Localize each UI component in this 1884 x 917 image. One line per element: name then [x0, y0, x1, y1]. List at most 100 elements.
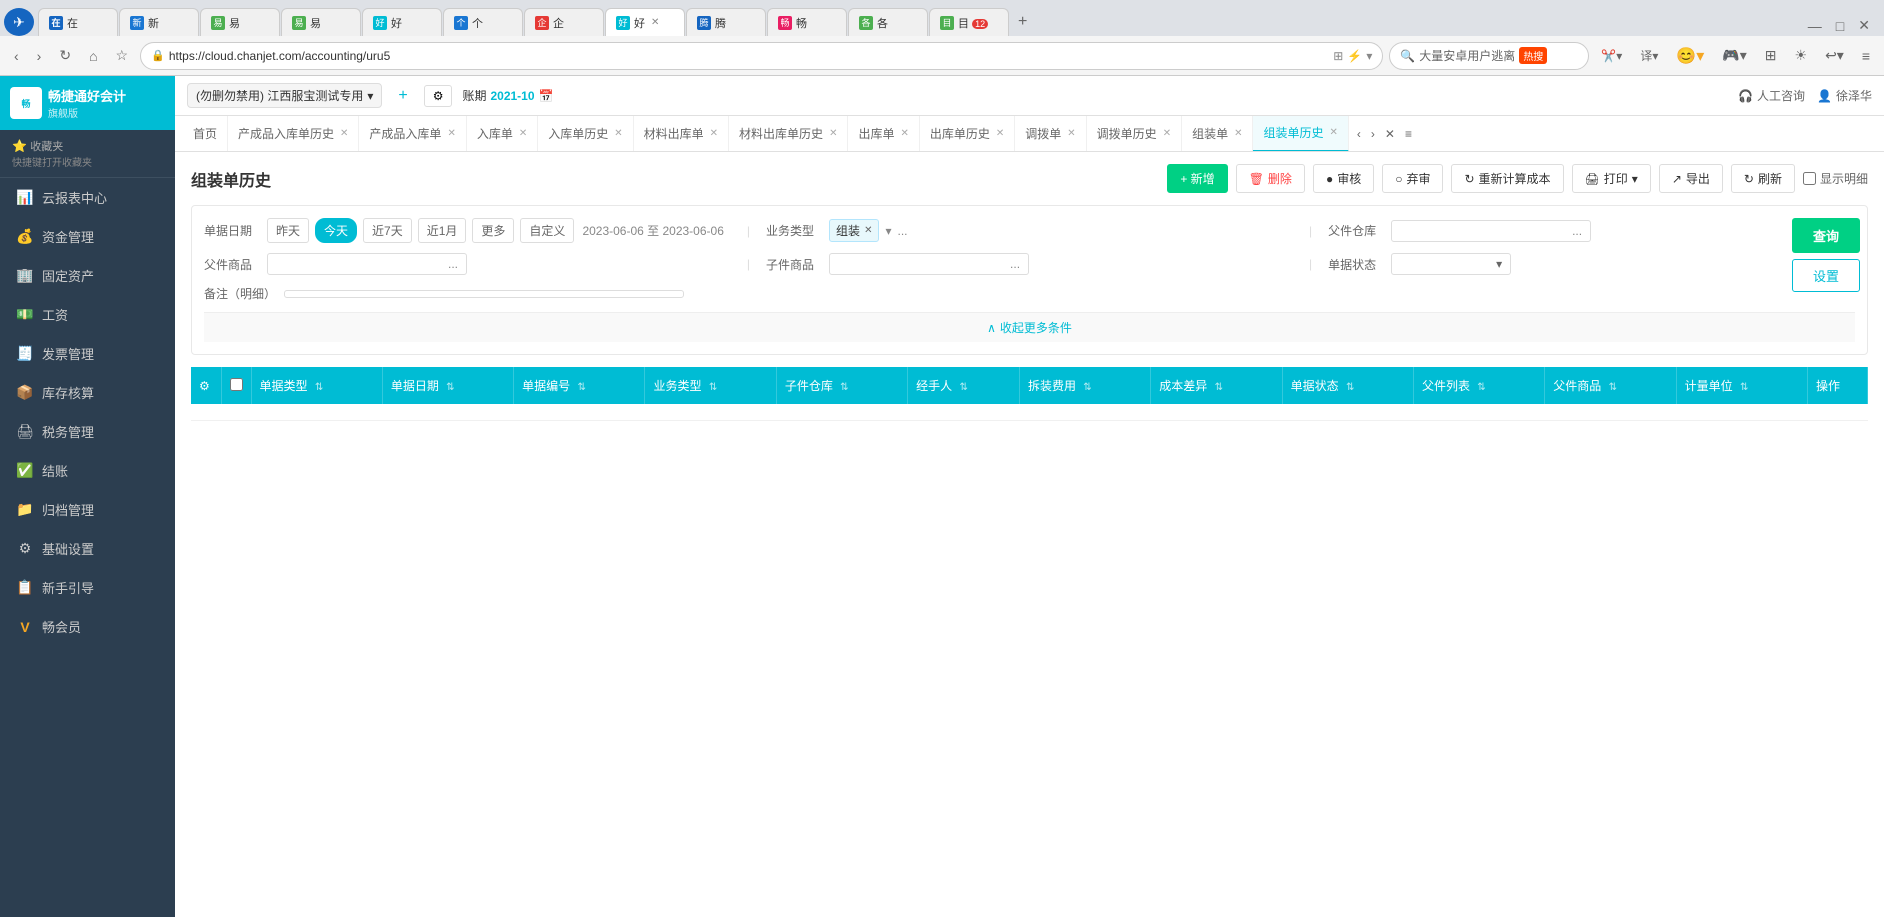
- nav-tab-material-out-history-close[interactable]: ✕: [829, 128, 837, 139]
- maximize-button[interactable]: □: [1830, 16, 1850, 36]
- nav-tab-out-single[interactable]: 出库单 ✕: [848, 116, 919, 152]
- sidebar-item-settlement[interactable]: ✅ 结账: [0, 451, 175, 490]
- company-selector[interactable]: (勿删勿禁用) 江西服宝测试专用 ▾: [187, 83, 382, 108]
- setting-button[interactable]: 设置: [1792, 259, 1860, 292]
- delete-button[interactable]: 🗑 删除: [1236, 164, 1305, 193]
- nav-tab-kit-close[interactable]: ✕: [1234, 128, 1242, 139]
- print-button[interactable]: 🖨 打印 ▾: [1572, 164, 1651, 193]
- sidebar-item-guide[interactable]: 📋 新手引导: [0, 568, 175, 607]
- col-biz-type[interactable]: 业务类型 ⇅: [645, 367, 776, 404]
- nav-tab-close-all[interactable]: ✕: [1381, 125, 1399, 143]
- child-goods-input[interactable]: ...: [829, 253, 1029, 275]
- nav-tab-assembly-history[interactable]: 调拨单历史 ✕: [1087, 116, 1182, 152]
- child-goods-more[interactable]: ...: [1010, 257, 1020, 271]
- browser-tab-9[interactable]: 腾 腾: [686, 8, 766, 36]
- col-parent-list[interactable]: 父件列表 ⇅: [1413, 367, 1544, 404]
- browser-tab-6[interactable]: 个 个: [443, 8, 523, 36]
- date-btn-yesterday[interactable]: 昨天: [267, 218, 309, 243]
- nav-tab-out-single-close[interactable]: ✕: [900, 128, 908, 139]
- nav-tab-assembly[interactable]: 调拨单 ✕: [1015, 116, 1086, 152]
- filter-collapse-btn[interactable]: ∧ 收起更多条件: [204, 312, 1855, 342]
- customer-service-btn[interactable]: 🎧 人工咨询: [1738, 87, 1805, 104]
- emoji-btn[interactable]: 😊▾: [1670, 44, 1710, 68]
- col-cost-diff[interactable]: 成本差异 ⇅: [1151, 367, 1282, 404]
- date-btn-1month[interactable]: 近1月: [418, 218, 467, 243]
- browser-tab-4[interactable]: 易 易: [281, 8, 361, 36]
- minimize-button[interactable]: —: [1802, 16, 1828, 36]
- parent-warehouse-more[interactable]: ...: [1572, 224, 1582, 238]
- biz-type-tag-close[interactable]: ✕: [864, 225, 872, 236]
- sidebar-item-settings[interactable]: ⚙ 基础设置: [0, 529, 175, 568]
- nav-tab-kit-history[interactable]: 组装单历史 ✕: [1253, 116, 1348, 152]
- col-unit[interactable]: 计量单位 ⇅: [1676, 367, 1807, 404]
- select-all-checkbox[interactable]: [230, 378, 243, 391]
- close-button[interactable]: ✕: [1852, 15, 1876, 36]
- browser-tab-1[interactable]: 在 在: [38, 8, 118, 36]
- abandon-button[interactable]: ○ 弃审: [1382, 164, 1443, 193]
- col-bill-status[interactable]: 单据状态 ⇅: [1282, 367, 1413, 404]
- nav-tab-produce-in-close[interactable]: ✕: [447, 128, 455, 139]
- col-child-warehouse[interactable]: 子件仓库 ⇅: [776, 367, 907, 404]
- col-parent-goods[interactable]: 父件商品 ⇅: [1545, 367, 1676, 404]
- dropdown-icon[interactable]: ▾: [1366, 49, 1372, 63]
- nav-tab-produce-in-history[interactable]: 产成品入库单历史 ✕: [228, 116, 359, 152]
- sidebar-item-fund[interactable]: 💰 资金管理: [0, 217, 175, 256]
- col-handler[interactable]: 经手人 ⇅: [908, 367, 1020, 404]
- nav-tab-material-out-history[interactable]: 材料出库单历史 ✕: [729, 116, 848, 152]
- search-area[interactable]: 🔍 大量安卓用户逃离 热搜: [1389, 42, 1589, 70]
- query-button[interactable]: 查询: [1792, 218, 1860, 253]
- parent-warehouse-input[interactable]: ...: [1391, 220, 1591, 242]
- sidebar-item-invoice[interactable]: 🧾 发票管理: [0, 334, 175, 373]
- reload-button[interactable]: ↻: [53, 43, 77, 68]
- bill-status-select[interactable]: ▾: [1391, 253, 1511, 275]
- nav-tab-out-history-close[interactable]: ✕: [996, 128, 1004, 139]
- apps-btn[interactable]: ⊞: [1759, 45, 1783, 66]
- date-btn-more[interactable]: 更多: [472, 218, 514, 243]
- game-btn[interactable]: 🎮▾: [1716, 45, 1752, 66]
- sidebar-item-member[interactable]: V 畅会员: [0, 607, 175, 646]
- add-company-button[interactable]: +: [392, 85, 413, 107]
- sidebar-item-tax[interactable]: 🖨 税务管理: [0, 412, 175, 451]
- nav-tab-material-out-close[interactable]: ✕: [710, 128, 718, 139]
- col-settings[interactable]: ⚙: [191, 367, 221, 404]
- browser-tab-12[interactable]: 目 目 12: [929, 8, 1009, 36]
- nav-tab-in-single-close[interactable]: ✕: [519, 128, 527, 139]
- nav-tab-kit-history-close[interactable]: ✕: [1330, 127, 1338, 138]
- sidebar-item-archive[interactable]: 📁 归档管理: [0, 490, 175, 529]
- nav-tab-kit[interactable]: 组装单 ✕: [1182, 116, 1253, 152]
- calendar-icon[interactable]: 📅: [539, 89, 554, 103]
- nav-tab-next[interactable]: ›: [1367, 125, 1379, 143]
- sidebar-favorites[interactable]: ⭐ 收藏夹 快捷键打开收藏夹: [0, 130, 175, 178]
- show-detail-label[interactable]: 显示明细: [1803, 170, 1868, 187]
- nav-tab-assembly-history-close[interactable]: ✕: [1163, 128, 1171, 139]
- col-bill-no[interactable]: 单据编号 ⇅: [514, 367, 645, 404]
- date-btn-today[interactable]: 今天: [315, 218, 357, 243]
- biz-type-more-btn[interactable]: ...: [897, 224, 907, 238]
- translate-btn[interactable]: 译▾: [1634, 45, 1664, 66]
- recalculate-button[interactable]: ↻ 重新计算成本: [1451, 164, 1563, 193]
- sidebar-item-cloud-report[interactable]: 📊 云报表中心: [0, 178, 175, 217]
- remark-input[interactable]: [284, 290, 684, 298]
- date-btn-7days[interactable]: 近7天: [363, 218, 412, 243]
- nav-tab-material-out[interactable]: 材料出库单 ✕: [634, 116, 729, 152]
- nav-tab-produce-in[interactable]: 产成品入库单 ✕: [359, 116, 466, 152]
- add-button[interactable]: + 新增: [1167, 164, 1227, 193]
- bookmark-button[interactable]: ☆: [110, 43, 135, 68]
- browser-tab-11[interactable]: 各 各: [848, 8, 928, 36]
- nav-tab-assembly-close[interactable]: ✕: [1067, 128, 1075, 139]
- settings-gear-button[interactable]: ⚙: [424, 85, 453, 107]
- nav-tab-in-single[interactable]: 入库单 ✕: [467, 116, 538, 152]
- cut-btn[interactable]: ✂️▾: [1595, 47, 1628, 65]
- nav-tab-home[interactable]: 首页: [183, 116, 228, 152]
- home-button[interactable]: ⌂: [83, 44, 103, 68]
- tab-close-8[interactable]: ✕: [651, 17, 659, 28]
- browser-tab-2[interactable]: 新 新: [119, 8, 199, 36]
- sidebar-item-payroll[interactable]: 💵 工资: [0, 295, 175, 334]
- theme-btn[interactable]: ☀: [1789, 45, 1814, 66]
- review-button[interactable]: ● 审核: [1313, 164, 1374, 193]
- back-button[interactable]: ‹: [8, 44, 25, 68]
- user-profile-btn[interactable]: 👤 徐泽华: [1817, 87, 1872, 104]
- browser-tab-3[interactable]: 易 易: [200, 8, 280, 36]
- export-button[interactable]: ↗ 导出: [1659, 164, 1723, 193]
- show-detail-checkbox[interactable]: [1803, 172, 1816, 185]
